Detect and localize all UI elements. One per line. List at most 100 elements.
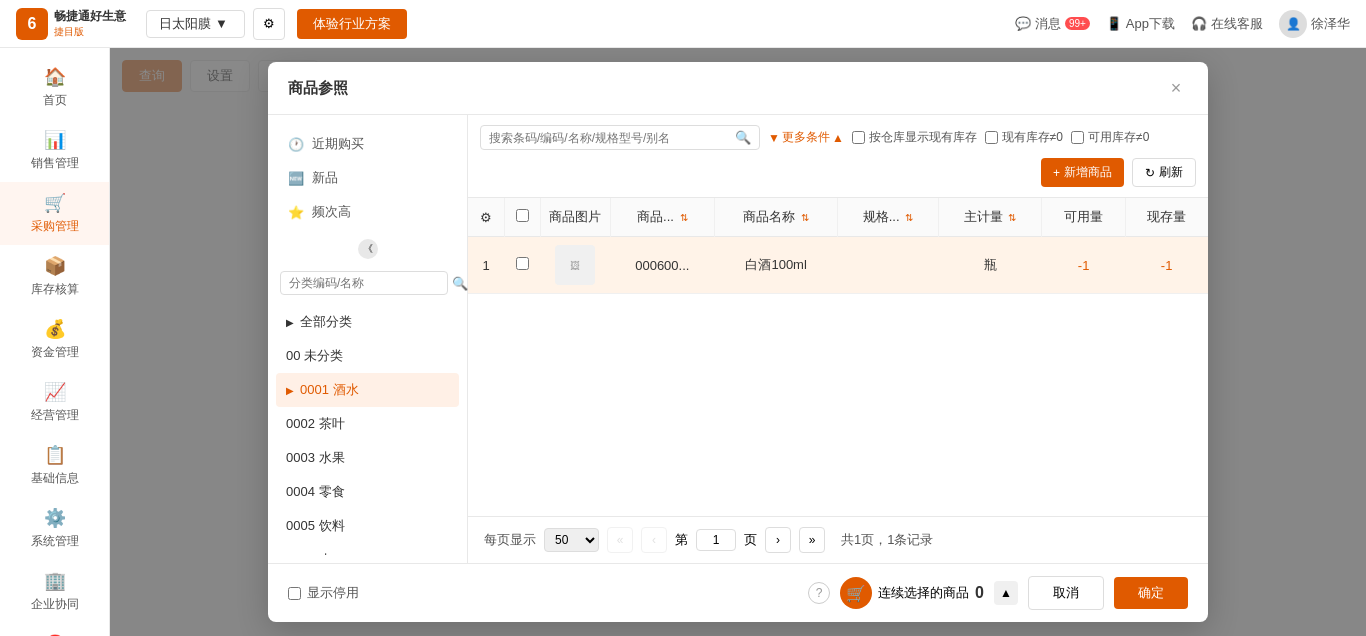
purchase-icon: 🛒 xyxy=(44,192,66,214)
nonzero-stock-checkbox[interactable]: 现有库存≠0 xyxy=(985,129,1063,146)
nonzero-available-checkbox[interactable]: 可用库存≠0 xyxy=(1071,129,1149,146)
collapse-panel-button[interactable]: 《 xyxy=(358,239,378,259)
category-search-input[interactable] xyxy=(280,271,448,295)
quick-menu: 🕐 近期购买 🆕 新品 ⭐ 频次高 xyxy=(268,123,467,233)
quick-item-new[interactable]: 🆕 新品 xyxy=(276,161,459,195)
settings-button[interactable]: ⚙ xyxy=(253,8,285,40)
show-by-warehouse-input[interactable] xyxy=(852,131,865,144)
modal-close-button[interactable]: × xyxy=(1164,76,1188,100)
help-button[interactable]: ? xyxy=(808,582,830,604)
col-header-unit[interactable]: 主计量 ⇅ xyxy=(938,198,1042,237)
show-disabled-input[interactable] xyxy=(288,587,301,600)
product-image: 🖼 xyxy=(555,245,595,285)
category-item-0002[interactable]: 0002 茶叶 xyxy=(276,407,459,441)
row-name: 白酒100ml xyxy=(715,237,838,294)
select-all-checkbox[interactable] xyxy=(516,209,529,222)
col-header-code[interactable]: 商品... ⇅ xyxy=(610,198,715,237)
footer-right: ? 🛒 连续选择的商品 0 ▲ 取消 确定 xyxy=(808,576,1188,610)
table-header-row: ⚙ 商品图片 商品... ⇅ xyxy=(468,198,1208,237)
sidebar-item-home[interactable]: 🏠 首页 xyxy=(0,56,109,119)
table-row[interactable]: 1 🖼 xyxy=(468,237,1208,294)
download-icon: 📱 xyxy=(1106,16,1122,31)
last-page-button[interactable]: » xyxy=(799,527,825,553)
quick-item-frequent[interactable]: ⭐ 频次高 xyxy=(276,195,459,229)
nav-dropdown-store[interactable]: 日太阳膜 ▼ xyxy=(146,10,245,38)
modal-header: 商品参照 × xyxy=(268,62,1208,115)
modal-overlay: 商品参照 × 🕐 近期购买 🆕 xyxy=(110,48,1366,636)
first-page-button[interactable]: « xyxy=(607,527,633,553)
sidebar-item-inventory[interactable]: 📦 库存核算 xyxy=(0,245,109,308)
more-conditions-button[interactable]: ▼ 更多条件 ▲ xyxy=(768,129,844,146)
basic-icon: 📋 xyxy=(44,444,66,466)
logo-icon: 6 xyxy=(16,8,48,40)
sort-icon-name: ⇅ xyxy=(801,212,809,223)
category-item-0001[interactable]: ▶ 0001 酒水 xyxy=(276,373,459,407)
row-available: -1 xyxy=(1042,237,1125,294)
sidebar-item-guide[interactable]: 🎯 新手引导 xyxy=(0,623,109,636)
refresh-button[interactable]: ↻ 刷新 xyxy=(1132,158,1196,187)
experience-button[interactable]: 体验行业方案 xyxy=(297,9,407,39)
category-item-all[interactable]: ▶ 全部分类 xyxy=(276,305,459,339)
category-list: ▶ 全部分类 00 未分类 ▶ 0001 酒水 0002 茶 xyxy=(268,301,467,555)
modal-body: 🕐 近期购买 🆕 新品 ⭐ 频次高 xyxy=(268,115,1208,563)
col-header-name[interactable]: 商品名称 ⇅ xyxy=(715,198,838,237)
category-item-00[interactable]: 00 未分类 xyxy=(276,339,459,373)
total-info: 共1页，1条记录 xyxy=(841,531,933,549)
search-icon[interactable]: 🔍 xyxy=(735,130,751,145)
plus-icon: + xyxy=(1053,166,1060,180)
ops-icon: 📈 xyxy=(44,381,66,403)
sidebar-item-purchase[interactable]: 🛒 采购管理 xyxy=(0,182,109,245)
per-page-select[interactable]: 50 100 xyxy=(544,528,599,552)
prev-page-button[interactable]: ‹ xyxy=(641,527,667,553)
category-item-0004[interactable]: 0004 零食 xyxy=(276,475,459,509)
sales-icon: 📊 xyxy=(44,129,66,151)
sidebar-item-basic[interactable]: 📋 基础信息 xyxy=(0,434,109,497)
bell-icon: 💬 xyxy=(1015,16,1031,31)
row-select-checkbox[interactable] xyxy=(516,257,529,270)
show-by-warehouse-checkbox[interactable]: 按仓库显示现有库存 xyxy=(852,129,977,146)
sidebar-item-ops[interactable]: 📈 经营管理 xyxy=(0,371,109,434)
page-unit-label: 页 xyxy=(744,531,757,549)
user-profile[interactable]: 👤 徐泽华 xyxy=(1279,10,1350,38)
page-number-input[interactable] xyxy=(696,529,736,551)
sidebar-item-finance[interactable]: 💰 资金管理 xyxy=(0,308,109,371)
col-header-image: 商品图片 xyxy=(540,198,610,237)
gear-icon[interactable]: ⚙ xyxy=(480,210,492,225)
messages-button[interactable]: 💬 消息 99+ xyxy=(1015,15,1090,33)
show-disabled-checkbox[interactable]: 显示停用 xyxy=(288,584,359,602)
frequent-icon: ⭐ xyxy=(288,205,304,220)
nonzero-available-input[interactable] xyxy=(1071,131,1084,144)
category-item-0008[interactable]: 0008 水 xyxy=(276,543,459,555)
online-service-button[interactable]: 🎧 在线客服 xyxy=(1191,15,1263,33)
quick-item-recent[interactable]: 🕐 近期购买 xyxy=(276,127,459,161)
category-search-icon[interactable]: 🔍 xyxy=(452,276,468,291)
nonzero-stock-input[interactable] xyxy=(985,131,998,144)
recent-icon: 🕐 xyxy=(288,137,304,152)
filter-bar: 🔍 ▼ 更多条件 ▲ 按仓库显示现有库存 xyxy=(468,115,1208,198)
right-panel: 🔍 ▼ 更多条件 ▲ 按仓库显示现有库存 xyxy=(468,115,1208,563)
sort-icon-code: ⇅ xyxy=(680,212,688,223)
cart-area: 🛒 连续选择的商品 0 xyxy=(840,577,984,609)
col-header-spec[interactable]: 规格... ⇅ xyxy=(838,198,938,237)
per-page-label: 每页显示 xyxy=(484,531,536,549)
logo-text: 畅捷通好生意 捷目版 xyxy=(54,8,126,39)
category-item-0005[interactable]: 0005 饮料 xyxy=(276,509,459,543)
pagination-bar: 每页显示 50 100 « ‹ 第 页 › » 共 xyxy=(468,516,1208,563)
next-page-button[interactable]: › xyxy=(765,527,791,553)
sidebar-item-enterprise[interactable]: 🏢 企业协同 xyxy=(0,560,109,623)
sidebar-item-sales[interactable]: 📊 销售管理 xyxy=(0,119,109,182)
category-item-0003[interactable]: 0003 水果 xyxy=(276,441,459,475)
sidebar-item-system[interactable]: ⚙️ 系统管理 xyxy=(0,497,109,560)
cancel-button[interactable]: 取消 xyxy=(1028,576,1104,610)
system-icon: ⚙️ xyxy=(44,507,66,529)
cart-icon[interactable]: 🛒 xyxy=(840,577,872,609)
row-checkbox[interactable] xyxy=(504,237,540,294)
finance-icon: 💰 xyxy=(44,318,66,340)
row-image: 🖼 xyxy=(540,237,610,294)
image-placeholder-icon: 🖼 xyxy=(570,260,580,271)
confirm-button[interactable]: 确定 xyxy=(1114,577,1188,609)
add-product-button[interactable]: + 新增商品 xyxy=(1041,158,1124,187)
collapse-footer-button[interactable]: ▲ xyxy=(994,581,1018,605)
product-search-input[interactable] xyxy=(489,131,731,145)
app-download-button[interactable]: 📱 App下载 xyxy=(1106,15,1175,33)
